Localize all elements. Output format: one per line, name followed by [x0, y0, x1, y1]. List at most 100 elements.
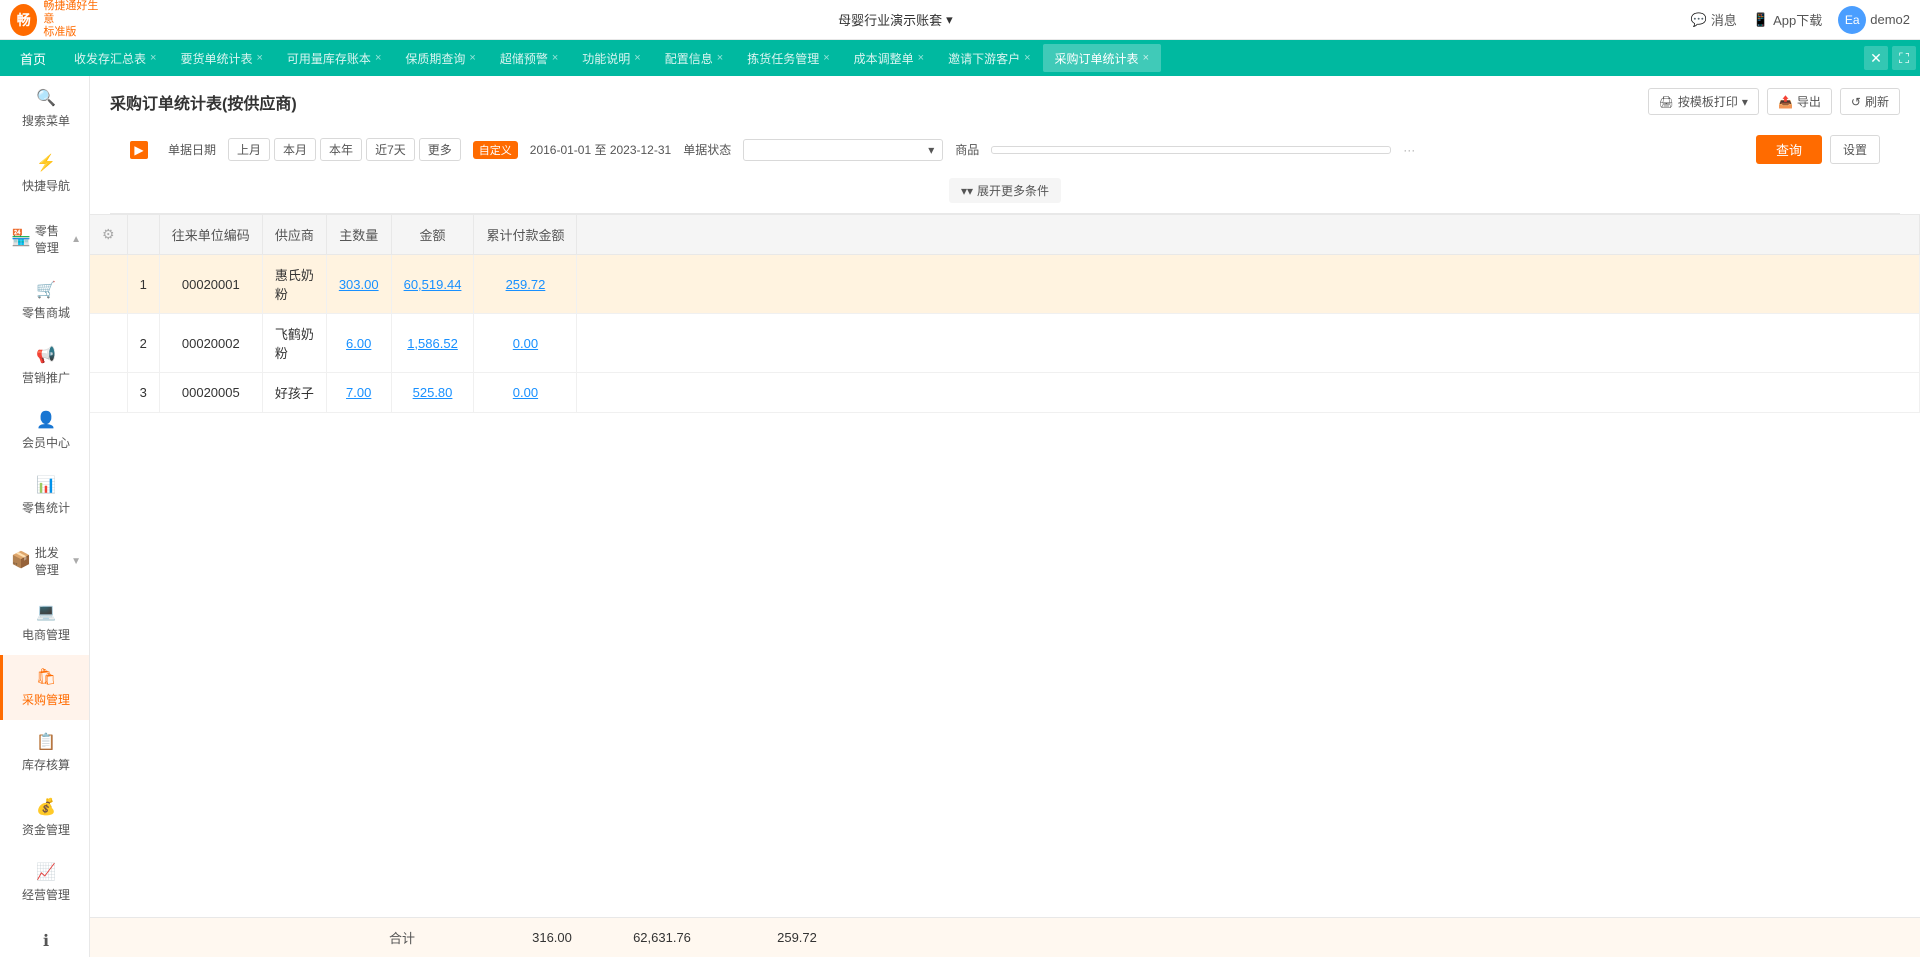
workspace-selector[interactable]: 母婴行业演示账套 ▾	[838, 10, 953, 29]
table-footer: 合计 316.00 62,631.76 259.72	[90, 917, 1920, 957]
app-download-button[interactable]: 📱 App下载	[1753, 10, 1822, 29]
row-paid[interactable]: 259.72	[474, 255, 577, 314]
row-main-qty[interactable]: 7.00	[326, 373, 391, 413]
row-supplier: 飞鹤奶粉	[262, 314, 326, 373]
query-button[interactable]: 查询	[1756, 135, 1822, 164]
col-settings[interactable]: ⚙	[90, 215, 127, 255]
tab-chengben[interactable]: 成本调整单 ×	[842, 44, 936, 72]
date-this-month[interactable]: 本月	[274, 138, 316, 161]
sidebar-item-finance[interactable]: 💰 资金管理	[0, 785, 89, 850]
close-icon[interactable]: ×	[918, 52, 924, 64]
nav-close-button[interactable]: ✕	[1864, 46, 1888, 70]
filter-toggle-icon[interactable]: ▶	[130, 141, 148, 159]
sidebar-item-search[interactable]: 🔍 搜索菜单	[0, 76, 89, 141]
table-row[interactable]: 1 00020001 惠氏奶粉 303.00 60,519.44 259.72	[90, 255, 1920, 314]
main-layout: 🔍 搜索菜单 ⚡ 快捷导航 🏪 零售管理 ▲ 🛒 零售商城 📢 营销推广 👤 会…	[0, 76, 1920, 957]
purchase-icon: 🛍	[36, 667, 56, 687]
quick-nav-icon: ⚡	[36, 153, 56, 173]
chevron-down-icon: ▼	[71, 556, 81, 567]
sidebar-item-quick-nav[interactable]: ⚡ 快捷导航	[0, 141, 89, 206]
close-icon[interactable]: ×	[1024, 52, 1030, 64]
tab-caigou-active[interactable]: 采购订单统计表 ×	[1043, 44, 1161, 72]
close-icon[interactable]: ×	[552, 52, 558, 64]
basic-info-icon: ℹ	[43, 931, 49, 951]
goods-input[interactable]	[991, 146, 1391, 154]
close-icon[interactable]: ×	[375, 52, 381, 64]
tab-yaoqing[interactable]: 邀请下游客户 ×	[936, 44, 1042, 72]
close-icon[interactable]: ×	[150, 52, 156, 64]
tab-yaohuo[interactable]: 要货单统计表 ×	[168, 44, 274, 72]
tab-shoufacun[interactable]: 收发存汇总表 ×	[62, 44, 168, 72]
chevron-up-icon: ▲	[71, 234, 81, 245]
date-last-month[interactable]: 上月	[228, 138, 270, 161]
table-row[interactable]: 2 00020002 飞鹤奶粉 6.00 1,586.52 0.00	[90, 314, 1920, 373]
date-this-year[interactable]: 本年	[320, 138, 362, 161]
date-more[interactable]: 更多	[419, 138, 461, 161]
table-row[interactable]: 3 00020005 好孩子 7.00 525.80 0.00	[90, 373, 1920, 413]
footer-amount: 62,631.76	[602, 930, 722, 945]
sidebar-item-ops[interactable]: 📈 经营管理	[0, 850, 89, 915]
sidebar-item-member[interactable]: 👤 会员中心	[0, 398, 89, 463]
retail-stats-icon: 📊	[36, 475, 56, 495]
sidebar-item-retail-mall[interactable]: 🛒 零售商城	[0, 268, 89, 333]
settings-button[interactable]: 设置	[1830, 135, 1880, 164]
close-icon[interactable]: ×	[256, 52, 262, 64]
date-7days[interactable]: 近7天	[366, 138, 415, 161]
workspace-area[interactable]: 母婴行业演示账套 ▾	[100, 10, 1691, 29]
content-area: 采购订单统计表(按供应商) 🖨 按模板打印 ▾ 📤 导出 ↺ 刷新	[90, 76, 1920, 957]
row-amount[interactable]: 1,586.52	[391, 314, 474, 373]
row-main-qty[interactable]: 303.00	[326, 255, 391, 314]
nav-expand-button[interactable]: ⛶	[1892, 46, 1916, 70]
page-header-actions: 🖨 按模板打印 ▾ 📤 导出 ↺ 刷新	[1648, 88, 1900, 115]
export-icon: 📤	[1778, 95, 1793, 109]
row-unit-code: 00020002	[159, 314, 262, 373]
row-empty	[577, 373, 1920, 413]
table-header-row: ⚙ 往来单位编码 供应商 主数量 金额 累计付款金额	[90, 215, 1920, 255]
user-area[interactable]: Ea demo2	[1838, 6, 1910, 34]
tab-gongneng[interactable]: 功能说明 ×	[570, 44, 652, 72]
sidebar-item-ecommerce[interactable]: 💻 电商管理	[0, 590, 89, 655]
close-icon[interactable]: ×	[823, 52, 829, 64]
nav-end-buttons: ✕ ⛶	[1864, 46, 1916, 70]
settings-icon[interactable]: ⚙	[102, 226, 115, 242]
close-icon[interactable]: ×	[1143, 52, 1149, 64]
nav-home[interactable]: 首页	[4, 49, 62, 68]
top-right-area: 💬 消息 📱 App下载 Ea demo2	[1691, 6, 1910, 34]
print-button[interactable]: 🖨 按模板打印 ▾	[1648, 88, 1759, 115]
date-filter-label: 单据日期	[168, 141, 216, 158]
tab-baozhi[interactable]: 保质期查询 ×	[393, 44, 487, 72]
logo-icon: 畅	[10, 4, 37, 36]
row-empty	[577, 314, 1920, 373]
close-icon[interactable]: ×	[469, 52, 475, 64]
tab-chaochu[interactable]: 超储预警 ×	[488, 44, 570, 72]
sidebar-item-retail-mgmt[interactable]: 🏪 零售管理 ▲	[0, 210, 89, 268]
status-select[interactable]: ▾	[743, 139, 943, 161]
workspace-arrow: ▾	[946, 12, 953, 28]
sidebar-item-wholesale[interactable]: 📦 批发管理 ▼	[0, 532, 89, 590]
close-icon[interactable]: ×	[717, 52, 723, 64]
refresh-icon: ↺	[1851, 95, 1861, 109]
expand-more-button[interactable]: ▾▾ 展开更多条件	[949, 178, 1061, 203]
message-button[interactable]: 💬 消息	[1691, 10, 1737, 29]
close-icon[interactable]: ×	[634, 52, 640, 64]
sidebar-item-inventory[interactable]: 📋 库存核算	[0, 720, 89, 785]
table-container: ⚙ 往来单位编码 供应商 主数量 金额 累计付款金额 1	[90, 215, 1920, 917]
sidebar-item-marketing[interactable]: 📢 营销推广	[0, 333, 89, 398]
row-amount[interactable]: 60,519.44	[391, 255, 474, 314]
row-settings	[90, 314, 127, 373]
row-main-qty[interactable]: 6.00	[326, 314, 391, 373]
sidebar-item-retail-stats[interactable]: 📊 零售统计	[0, 463, 89, 528]
export-button[interactable]: 📤 导出	[1767, 88, 1832, 115]
sidebar-item-purchase[interactable]: 🛍 采购管理	[0, 655, 89, 720]
row-paid[interactable]: 0.00	[474, 314, 577, 373]
username: demo2	[1870, 12, 1910, 27]
row-paid[interactable]: 0.00	[474, 373, 577, 413]
row-amount[interactable]: 525.80	[391, 373, 474, 413]
sidebar-item-basic-info[interactable]: ℹ 基础信息	[0, 919, 89, 957]
tab-jianhuo[interactable]: 拣货任务管理 ×	[735, 44, 841, 72]
tab-peizhi[interactable]: 配置信息 ×	[653, 44, 735, 72]
more-icon[interactable]: ···	[1403, 143, 1415, 157]
message-label: 消息	[1711, 10, 1737, 29]
refresh-button[interactable]: ↺ 刷新	[1840, 88, 1900, 115]
tab-keyongliang[interactable]: 可用量库存账本 ×	[275, 44, 393, 72]
